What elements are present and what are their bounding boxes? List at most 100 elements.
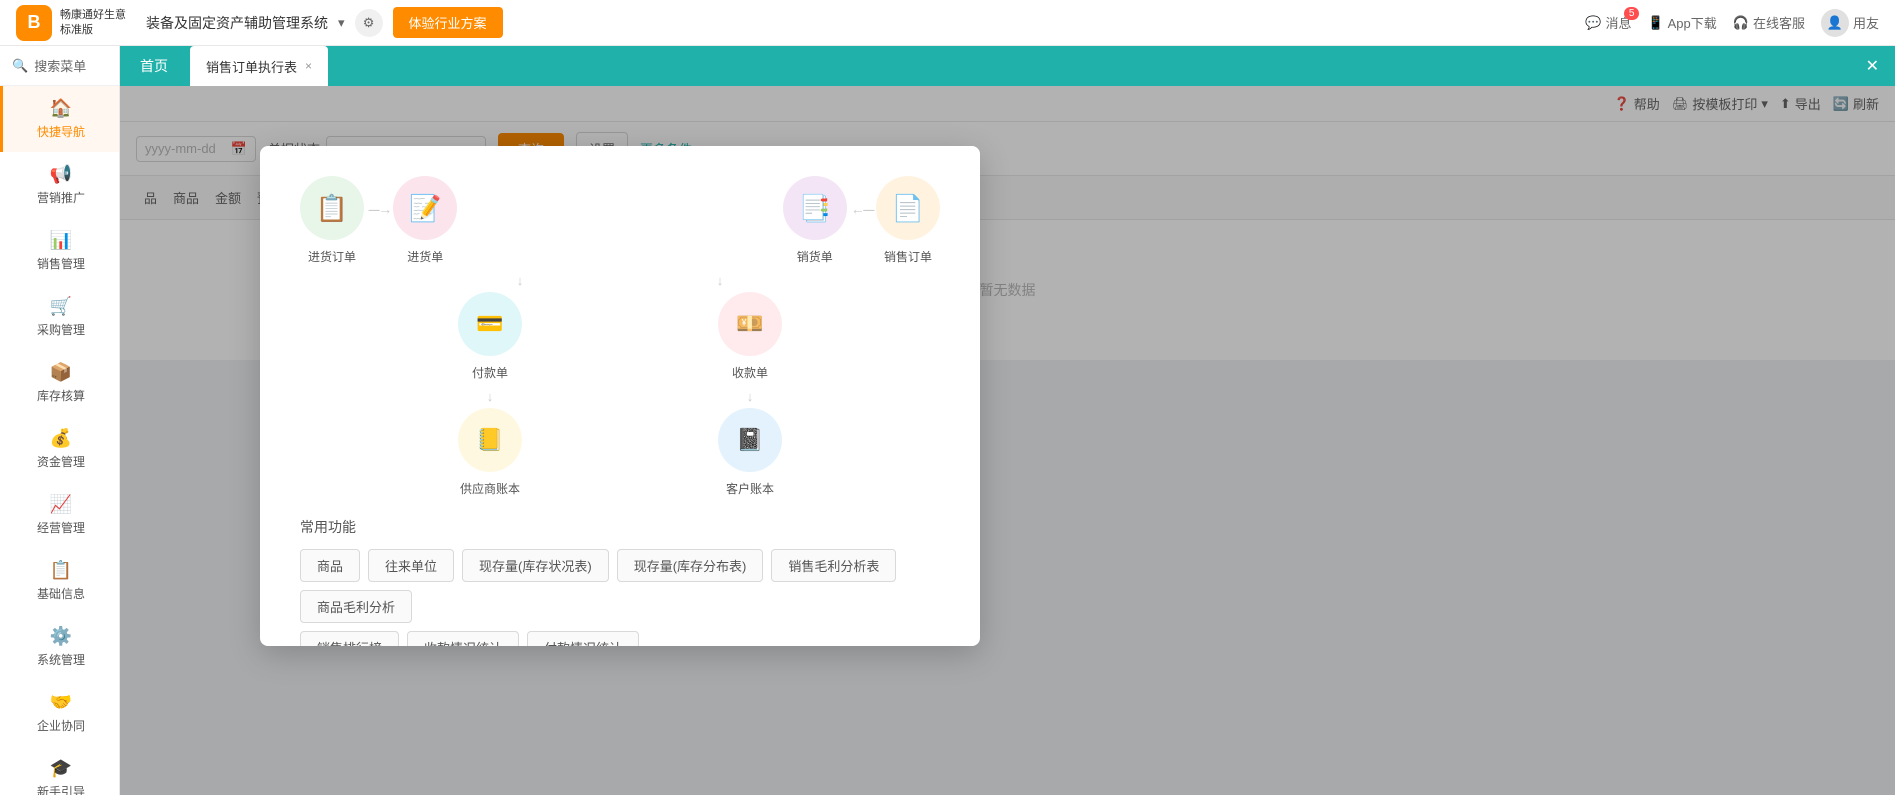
- func-btn-receipt-stats[interactable]: 收款情况统计: [407, 631, 519, 646]
- tab-sales-order[interactable]: 销售订单执行表 ×: [190, 46, 328, 86]
- flow-right-row: 📑 销货单 ← - - - - 📄 销售订单: [783, 176, 940, 265]
- sidebar-item-inventory[interactable]: 📦 库存核算: [0, 350, 119, 416]
- top-header: B 畅康通好生意 标准版 装备及固定资产辅助管理系统 ▾ ⚙ 体验行业方案 💬 …: [0, 0, 1895, 46]
- customer-ledger-icon: 📓: [718, 408, 782, 472]
- sidebar-item-label: 销售管理: [37, 255, 85, 272]
- receipt-label: 收款单: [732, 364, 768, 381]
- logo-text: 畅康通好生意 标准版: [60, 8, 126, 37]
- operations-icon: 📈: [50, 494, 72, 515]
- sales-order-icon: 📄: [876, 176, 940, 240]
- sidebar-item-label: 库存核算: [37, 387, 85, 404]
- sidebar-item-guide[interactable]: 🎓 新手引导: [0, 746, 119, 795]
- sidebar-item-label: 企业协同: [37, 717, 85, 734]
- func-buttons: 商品 往来单位 现存量(库存状况表) 现存量(库存分布表) 销售毛利分析表 商品…: [300, 549, 940, 623]
- header-dropdown[interactable]: ▾: [338, 15, 345, 31]
- header-left: B 畅康通好生意 标准版 装备及固定资产辅助管理系统 ▾ ⚙ 体验行业方案: [16, 5, 503, 41]
- purchase-order-icon: 📋: [300, 176, 364, 240]
- func-btn-sales-margin[interactable]: 销售毛利分析表: [771, 549, 896, 582]
- flow-node-receipt: 💴 收款单: [718, 292, 782, 381]
- sales-order-label: 销售订单: [884, 248, 932, 265]
- basicinfo-icon: 📋: [50, 560, 72, 581]
- func-btn-sales-rank[interactable]: 销售排行榜: [300, 631, 399, 646]
- sidebar-item-system[interactable]: ⚙️ 系统管理: [0, 614, 119, 680]
- sidebar-search[interactable]: 🔍 搜索菜单: [0, 46, 119, 86]
- sidebar-item-marketing[interactable]: 📢 营销推广: [0, 152, 119, 218]
- tab-bar: 首页 销售订单执行表 × ✕: [120, 46, 1895, 86]
- sidebar-item-quicknav[interactable]: 🏠 快捷导航: [0, 86, 119, 152]
- func-btn-product-margin[interactable]: 商品毛利分析: [300, 590, 412, 623]
- sidebar-item-label: 采购管理: [37, 321, 85, 338]
- sidebar-item-sales[interactable]: 📊 销售管理: [0, 218, 119, 284]
- tab-close-icon[interactable]: ×: [305, 59, 312, 73]
- sidebar-item-finance[interactable]: 💰 资金管理: [0, 416, 119, 482]
- sidebar-item-label: 经营管理: [37, 519, 85, 536]
- guide-icon: 🎓: [50, 758, 72, 779]
- down-arrow-sales: ↓: [620, 273, 940, 288]
- flow-node-sales-order: 📄 销售订单: [876, 176, 940, 265]
- main-layout: 🔍 搜索菜单 🏠 快捷导航 📢 营销推广 📊 销售管理 🛒 采购管理 📦 库存核…: [0, 46, 1895, 795]
- sales-label: 销货单: [797, 248, 833, 265]
- sidebar-item-label: 营销推广: [37, 189, 85, 206]
- func-btn-partner[interactable]: 往来单位: [368, 549, 454, 582]
- flow-node-customer-ledger: 📓 客户账本: [718, 408, 782, 497]
- download-icon: 📱: [1647, 15, 1663, 31]
- sidebar-item-label: 快捷导航: [37, 123, 85, 140]
- flow-node-supplier-ledger: 📒 供应商账本: [458, 408, 522, 497]
- marketing-icon: 📢: [50, 164, 72, 185]
- chevron-down-icon: ▾: [338, 15, 345, 31]
- logo-icon: B: [16, 5, 52, 41]
- settings-button[interactable]: ⚙: [355, 9, 383, 37]
- search-icon: 🔍: [12, 58, 28, 74]
- receipt-icon: 💴: [718, 292, 782, 356]
- message-button[interactable]: 💬 消息 5: [1585, 13, 1631, 32]
- user-menu[interactable]: 👤 用友: [1821, 9, 1879, 37]
- sidebar-item-enterprise[interactable]: 🤝 企业协同: [0, 680, 119, 746]
- supplier-ledger-icon: 📒: [458, 408, 522, 472]
- func-buttons-row2: 销售排行榜 收款情况统计 付款情况统计: [300, 631, 940, 646]
- modal-content: 📋 进货订单 - - - - → 📝 进货单: [260, 146, 980, 646]
- modal-overlay[interactable]: 📋 进货订单 - - - - → 📝 进货单: [120, 86, 1895, 795]
- payment-label: 付款单: [472, 364, 508, 381]
- sidebar-item-label: 基础信息: [37, 585, 85, 602]
- tab-home[interactable]: 首页: [120, 46, 188, 86]
- purchase-label: 进货单: [407, 248, 443, 265]
- sidebar-item-operations[interactable]: 📈 经营管理: [0, 482, 119, 548]
- flow-row3: 📒 供应商账本 📓 客户账本: [300, 408, 940, 497]
- purchase-order-label: 进货订单: [308, 248, 356, 265]
- supplier-ledger-label: 供应商账本: [460, 480, 520, 497]
- arrow-right-dash: - - - - →: [368, 201, 389, 241]
- message-icon: 💬: [1585, 15, 1601, 31]
- purchase-icon: 📝: [393, 176, 457, 240]
- system-name: 装备及固定资产辅助管理系统: [146, 13, 328, 33]
- flow-node-purchase: 📝 进货单: [393, 176, 457, 265]
- system-icon: ⚙️: [50, 626, 72, 647]
- sidebar-item-purchase[interactable]: 🛒 采购管理: [0, 284, 119, 350]
- flow-row2: 💳 付款单 💴 收款单: [300, 292, 940, 381]
- content-area: 首页 销售订单执行表 × ✕ ❓ 帮助 🖨 按模板打印 ▾: [120, 46, 1895, 795]
- logo-area: B 畅康通好生意 标准版: [16, 5, 136, 41]
- sidebar-item-basicinfo[interactable]: 📋 基础信息: [0, 548, 119, 614]
- header-right: 💬 消息 5 📱 App下载 🎧 在线客服 👤 用友: [1585, 9, 1879, 37]
- tab-bar-close-button[interactable]: ✕: [1850, 56, 1895, 76]
- finance-icon: 💰: [50, 428, 72, 449]
- enterprise-icon: 🤝: [50, 692, 72, 713]
- func-btn-product[interactable]: 商品: [300, 549, 360, 582]
- vertical-arrows-row2: ↓ ↓: [300, 389, 940, 404]
- func-btn-stock-status[interactable]: 现存量(库存状况表): [462, 549, 609, 582]
- app-download-button[interactable]: 📱 App下载: [1647, 13, 1716, 32]
- home-icon: 🏠: [50, 98, 72, 119]
- message-badge: 5: [1624, 7, 1640, 20]
- sales-icon: 📑: [783, 176, 847, 240]
- func-btn-stock-dist[interactable]: 现存量(库存分布表): [617, 549, 764, 582]
- func-btn-payment-stats[interactable]: 付款情况统计: [527, 631, 639, 646]
- common-title: 常用功能: [300, 517, 940, 537]
- payment-icon: 💳: [458, 292, 522, 356]
- page-content: ❓ 帮助 🖨 按模板打印 ▾ ⬆ 导出 🔄 刷新: [120, 86, 1895, 795]
- online-service-button[interactable]: 🎧 在线客服: [1733, 13, 1805, 32]
- trial-button[interactable]: 体验行业方案: [393, 7, 503, 38]
- avatar: 👤: [1821, 9, 1849, 37]
- flow-node-payment: 💳 付款单: [458, 292, 522, 381]
- purchase-icon: 🛒: [50, 296, 72, 317]
- inventory-icon: 📦: [50, 362, 72, 383]
- flow-modal: 📋 进货订单 - - - - → 📝 进货单: [260, 146, 980, 646]
